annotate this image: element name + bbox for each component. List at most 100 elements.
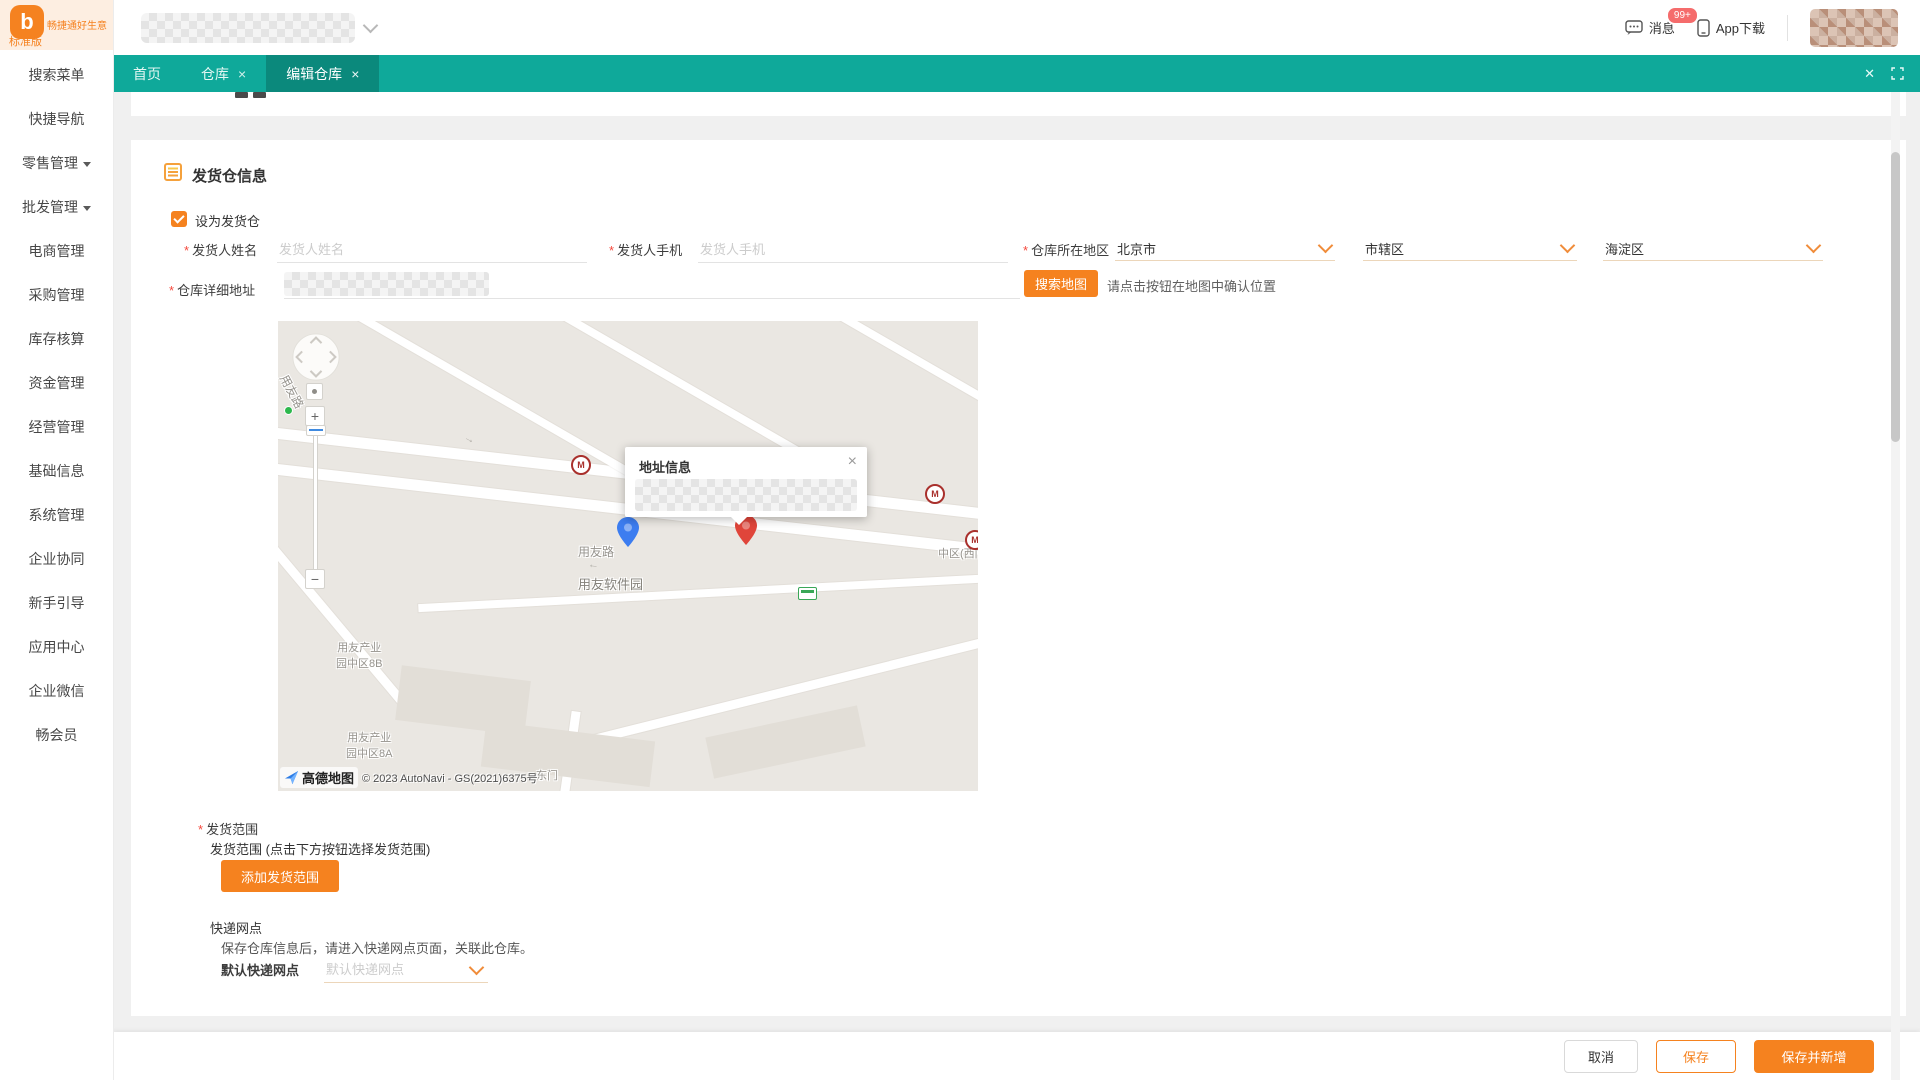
courier-title: 快递网点 [210,921,263,936]
map-zoom-in-button[interactable]: + [305,406,325,426]
consignor-phone-input[interactable] [698,236,1008,263]
clipped-scrolled-content [253,92,266,98]
sidebar-item-label: 基础信息 [28,463,85,479]
sidebar-item-quick-nav[interactable]: 快捷导航 [0,97,113,141]
district-value: 海淀区 [1605,242,1645,257]
gate-label: 东门 [536,770,558,782]
company-selector-redacted[interactable] [141,13,355,43]
scrolled-content-strip [131,92,1906,116]
close-tab-icon[interactable] [351,66,359,82]
search-map-button[interactable]: 搜索地图 [1024,270,1098,297]
sidebar-item-wholesale[interactable]: 批发管理 [0,185,113,229]
close-all-tabs-icon[interactable] [1864,65,1875,83]
map-compass-control[interactable] [292,333,340,381]
sidebar-item-label: 畅会员 [35,727,78,743]
sidebar-item-label: 快捷导航 [28,111,85,127]
city-value: 市辖区 [1365,242,1405,257]
map-road [418,573,978,613]
sidebar-item-basic-info[interactable]: 基础信息 [0,449,113,493]
sidebar-item-purchase[interactable]: 采购管理 [0,273,113,317]
area-label: 用友软件园 [578,577,644,592]
sidebar-item-label: 电商管理 [28,243,85,259]
sidebar-item-search-menu[interactable]: 搜索菜单 [0,53,113,97]
section-title: 发货仓信息 [192,168,268,185]
road-direction-arrow: ← [587,558,600,572]
save-and-new-button[interactable]: 保存并新增 [1754,1039,1874,1073]
phone-icon [1697,18,1710,37]
save-button[interactable]: 保存 [1656,1039,1736,1073]
province-value: 北京市 [1117,242,1157,257]
sidebar-menu: 搜索菜单 快捷导航 零售管理 批发管理 电商管理 采购管理 库存核算 资金管理 … [0,53,113,757]
sidebar-item-label: 采购管理 [28,287,85,303]
district-select[interactable]: 海淀区 [1603,236,1823,261]
city-select[interactable]: 市辖区 [1363,236,1577,261]
tab-warehouse[interactable]: 仓库 [181,55,266,92]
map-zoom-slider-handle[interactable] [306,425,326,436]
courier-description: 保存仓库信息后，请进入快递网点页面，关联此仓库。 [221,941,534,956]
tab-bar: 首页 仓库 编辑仓库 [113,55,1920,92]
consignor-name-input[interactable] [277,236,587,263]
blue-location-marker[interactable] [617,517,639,547]
fullscreen-icon[interactable] [1891,67,1904,80]
close-tab-icon[interactable] [238,66,246,82]
scrollbar-thumb[interactable] [1891,152,1900,442]
province-select[interactable]: 北京市 [1115,236,1335,261]
tab-label: 仓库 [201,65,229,82]
messages-badge: 99+ [1665,6,1699,25]
sidebar-item-label: 零售管理 [22,155,78,171]
chevron-down-icon[interactable] [362,17,379,34]
block-label: 用友产业 [347,732,392,744]
avatar[interactable] [1810,8,1898,47]
clipped-scrolled-content [235,92,248,98]
metro-station-icon: M [965,530,978,550]
warehouse-address-input[interactable] [284,298,1020,299]
sidebar-item-label: 企业微信 [28,683,85,699]
map-canvas[interactable]: → ← 用友路 用友路 用友软件园 用友产业 园中区8B 用友产业 园中区8A 东门… [278,321,978,791]
tab-home[interactable]: 首页 [113,55,181,92]
sidebar-item-inventory[interactable]: 库存核算 [0,317,113,361]
metro-station-icon: M [571,455,591,475]
map-zoom-slider-track[interactable] [313,429,318,573]
app-download-label: App下载 [1715,21,1765,36]
metro-station-icon: M [925,484,945,504]
warehouse-address-value-redacted [284,272,489,296]
brand-name: 畅捷通好生意 [47,21,107,32]
sidebar-item-retail[interactable]: 零售管理 [0,141,113,185]
set-shipping-warehouse-checkbox[interactable] [171,211,187,227]
popup-title: 地址信息 [639,460,692,475]
page-scrollbar[interactable] [1891,92,1900,1080]
sidebar-item-collaboration[interactable]: 企业协同 [0,537,113,581]
sidebar-item-system[interactable]: 系统管理 [0,493,113,537]
shipping-scope-hint: 发货范围 (点击下方按钮选择发货范围) [210,842,431,857]
sidebar-item-operation[interactable]: 经营管理 [0,405,113,449]
app-download-button[interactable]: App下载 [1697,18,1765,37]
sidebar-item-funds[interactable]: 资金管理 [0,361,113,405]
sidebar-item-member[interactable]: 畅会员 [0,713,113,757]
popup-address-redacted [635,479,857,511]
block-label: 用友产业 [337,642,382,654]
tab-edit-warehouse[interactable]: 编辑仓库 [266,55,380,92]
map-zoom-out-button[interactable]: − [305,569,325,589]
cancel-button[interactable]: 取消 [1564,1039,1638,1073]
chevron-down-icon [1805,237,1822,254]
sidebar-item-app-center[interactable]: 应用中心 [0,625,113,669]
sidebar-item-wecom[interactable]: 企业微信 [0,669,113,713]
address-info-popup: 地址信息 [625,447,867,525]
amap-logo: 高德地图 [280,767,359,788]
divider [1787,14,1788,41]
sidebar-item-label: 新手引导 [28,595,85,611]
sidebar-item-ecommerce[interactable]: 电商管理 [0,229,113,273]
warehouse-region-label: * 仓库所在地区 [1023,243,1110,258]
add-shipping-scope-button[interactable]: 添加发货范围 [221,860,339,892]
sidebar-item-beginner-guide[interactable]: 新手引导 [0,581,113,625]
close-popup-icon[interactable] [848,453,857,471]
map-locate-button[interactable] [306,383,323,400]
search-map-hint: 请点击按钮在地图中确认位置 [1107,279,1277,294]
messages-button[interactable]: 消息 99+ [1625,6,1699,37]
default-courier-select[interactable] [324,956,488,983]
road-label: 用友路 [578,545,615,559]
brand-edition: 标准版 [9,36,42,48]
app-window: b 畅捷通好生意 标准版 搜索菜单 快捷导航 零售管理 批发管理 电商管理 采购… [0,0,1920,1080]
chevron-down-icon [1317,237,1334,254]
consignor-phone-label: * 发货人手机 [609,243,683,258]
